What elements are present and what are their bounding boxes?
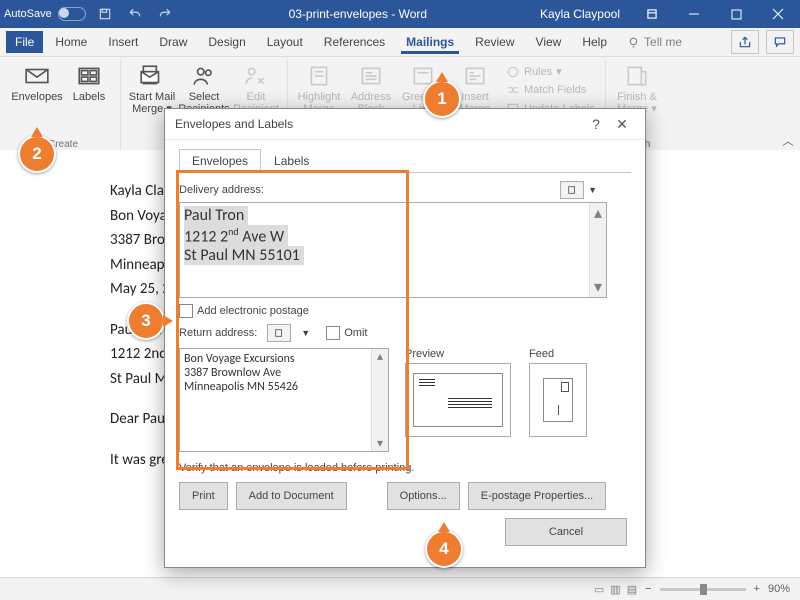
- scroll-down-icon[interactable]: ▾: [377, 436, 383, 451]
- print-button[interactable]: Print: [179, 482, 228, 510]
- rules-button: Rules ▾: [502, 63, 599, 81]
- omit-checkbox[interactable]: [326, 326, 340, 340]
- electronic-postage-checkbox[interactable]: [179, 304, 193, 318]
- scroll-down-icon[interactable]: ▾: [594, 277, 602, 297]
- web-layout-icon[interactable]: ▤: [627, 583, 637, 596]
- recipients-icon: [191, 63, 217, 89]
- tab-labels[interactable]: Labels: [261, 149, 322, 173]
- delivery-address-textbox[interactable]: Paul Tron 1212 2nd Ave W St Paul MN 5510…: [179, 202, 607, 298]
- menu-bar: File Home Insert Draw Design Layout Refe…: [0, 28, 800, 57]
- feed-label: Feed: [529, 348, 589, 360]
- insert-field-icon: [462, 63, 488, 89]
- autosave-label: AutoSave: [4, 8, 52, 20]
- callout-3: 3: [127, 302, 165, 340]
- zoom-slider[interactable]: [660, 588, 746, 591]
- autosave-toggle[interactable]: [58, 7, 86, 21]
- envelopes-button[interactable]: Envelopes: [12, 59, 62, 137]
- dialog-title: Envelopes and Labels: [175, 117, 583, 131]
- document-title: 03-print-envelopes - Word: [176, 7, 540, 21]
- minimize-icon[interactable]: [676, 0, 712, 28]
- envelope-preview-icon: [413, 373, 503, 427]
- return-address-textbox[interactable]: Bon Voyage Excursions 3387 Brownlow Ave …: [179, 348, 389, 452]
- menu-review[interactable]: Review: [466, 31, 523, 53]
- add-to-document-button[interactable]: Add to Document: [236, 482, 347, 510]
- zoom-in-icon[interactable]: +: [754, 583, 760, 595]
- return-address-book-dropdown[interactable]: [267, 324, 291, 342]
- menu-help[interactable]: Help: [573, 31, 616, 53]
- dialog-close-icon[interactable]: ✕: [609, 111, 635, 137]
- envelope-preview[interactable]: [405, 363, 511, 437]
- ribbon-options-icon[interactable]: [634, 0, 670, 28]
- redo-icon[interactable]: [154, 3, 176, 25]
- dropdown-arrow-icon[interactable]: ▼: [301, 328, 310, 338]
- cancel-button[interactable]: Cancel: [505, 518, 627, 546]
- return-label: Return address:: [179, 327, 257, 339]
- feed-preview[interactable]: [529, 363, 587, 437]
- omit-label: Omit: [344, 327, 367, 339]
- close-icon[interactable]: [760, 0, 796, 28]
- rules-icon: [506, 65, 520, 79]
- dropdown-arrow-icon[interactable]: ▼: [588, 185, 597, 195]
- comments-button[interactable]: [766, 30, 794, 54]
- preview-label: Preview: [405, 348, 513, 360]
- print-layout-icon[interactable]: ▥: [610, 583, 620, 596]
- save-icon[interactable]: [94, 3, 116, 25]
- electronic-postage-label: Add electronic postage: [197, 305, 309, 317]
- menu-home[interactable]: Home: [46, 31, 96, 53]
- menu-layout[interactable]: Layout: [258, 31, 312, 53]
- match-fields-button: Match Fields: [502, 81, 599, 99]
- finish-icon: [624, 63, 650, 89]
- title-bar: AutoSave 03-print-envelopes - Word Kayla…: [0, 0, 800, 28]
- options-button[interactable]: Options...: [387, 482, 460, 510]
- dialog-help-icon[interactable]: ?: [583, 111, 609, 137]
- return-scrollbar[interactable]: ▴▾: [371, 349, 388, 451]
- scroll-up-icon[interactable]: ▴: [594, 203, 602, 223]
- menu-references[interactable]: References: [315, 31, 394, 53]
- mailmerge-icon: [139, 63, 165, 89]
- address-icon: [358, 63, 384, 89]
- envelope-icon: [24, 63, 50, 89]
- collapse-ribbon-icon[interactable]: ︿: [782, 132, 794, 149]
- callout-1: 1: [423, 80, 461, 118]
- labels-button[interactable]: Labels: [64, 59, 114, 137]
- undo-icon[interactable]: [124, 3, 146, 25]
- book-icon: [566, 185, 578, 195]
- match-icon: [506, 83, 520, 97]
- feed-icon: [543, 378, 573, 422]
- share-button[interactable]: [731, 30, 759, 54]
- tab-envelopes[interactable]: Envelopes: [179, 149, 261, 173]
- bulb-icon: [627, 36, 640, 49]
- menu-insert[interactable]: Insert: [99, 31, 147, 53]
- highlight-icon: [306, 63, 332, 89]
- epostage-properties-button[interactable]: E-postage Properties...: [468, 482, 607, 510]
- callout-2: 2: [18, 135, 56, 173]
- menu-draw[interactable]: Draw: [150, 31, 196, 53]
- zoom-out-icon[interactable]: −: [645, 583, 651, 595]
- maximize-icon[interactable]: [718, 0, 754, 28]
- status-bar: ▭ ▥ ▤ − + 90%: [0, 577, 800, 600]
- menu-mailings[interactable]: Mailings: [397, 31, 463, 53]
- user-name[interactable]: Kayla Claypool: [540, 7, 620, 21]
- verify-text: Verify that an envelope is loaded before…: [179, 462, 631, 474]
- menu-file[interactable]: File: [6, 31, 43, 53]
- envelopes-labels-dialog: Envelopes and Labels ? ✕ Envelopes Label…: [164, 108, 646, 568]
- delivery-label: Delivery address:: [179, 184, 264, 196]
- delivery-scrollbar[interactable]: ▴▾: [589, 203, 606, 297]
- callout-4: 4: [425, 530, 463, 568]
- zoom-level[interactable]: 90%: [768, 583, 790, 595]
- menu-design[interactable]: Design: [199, 31, 254, 53]
- address-book-dropdown[interactable]: [560, 181, 584, 199]
- read-mode-icon[interactable]: ▭: [594, 583, 604, 596]
- labels-icon: [76, 63, 102, 89]
- scroll-up-icon[interactable]: ▴: [377, 349, 383, 364]
- tell-me[interactable]: Tell me: [627, 35, 682, 49]
- edit-list-icon: [243, 63, 269, 89]
- menu-view[interactable]: View: [527, 31, 571, 53]
